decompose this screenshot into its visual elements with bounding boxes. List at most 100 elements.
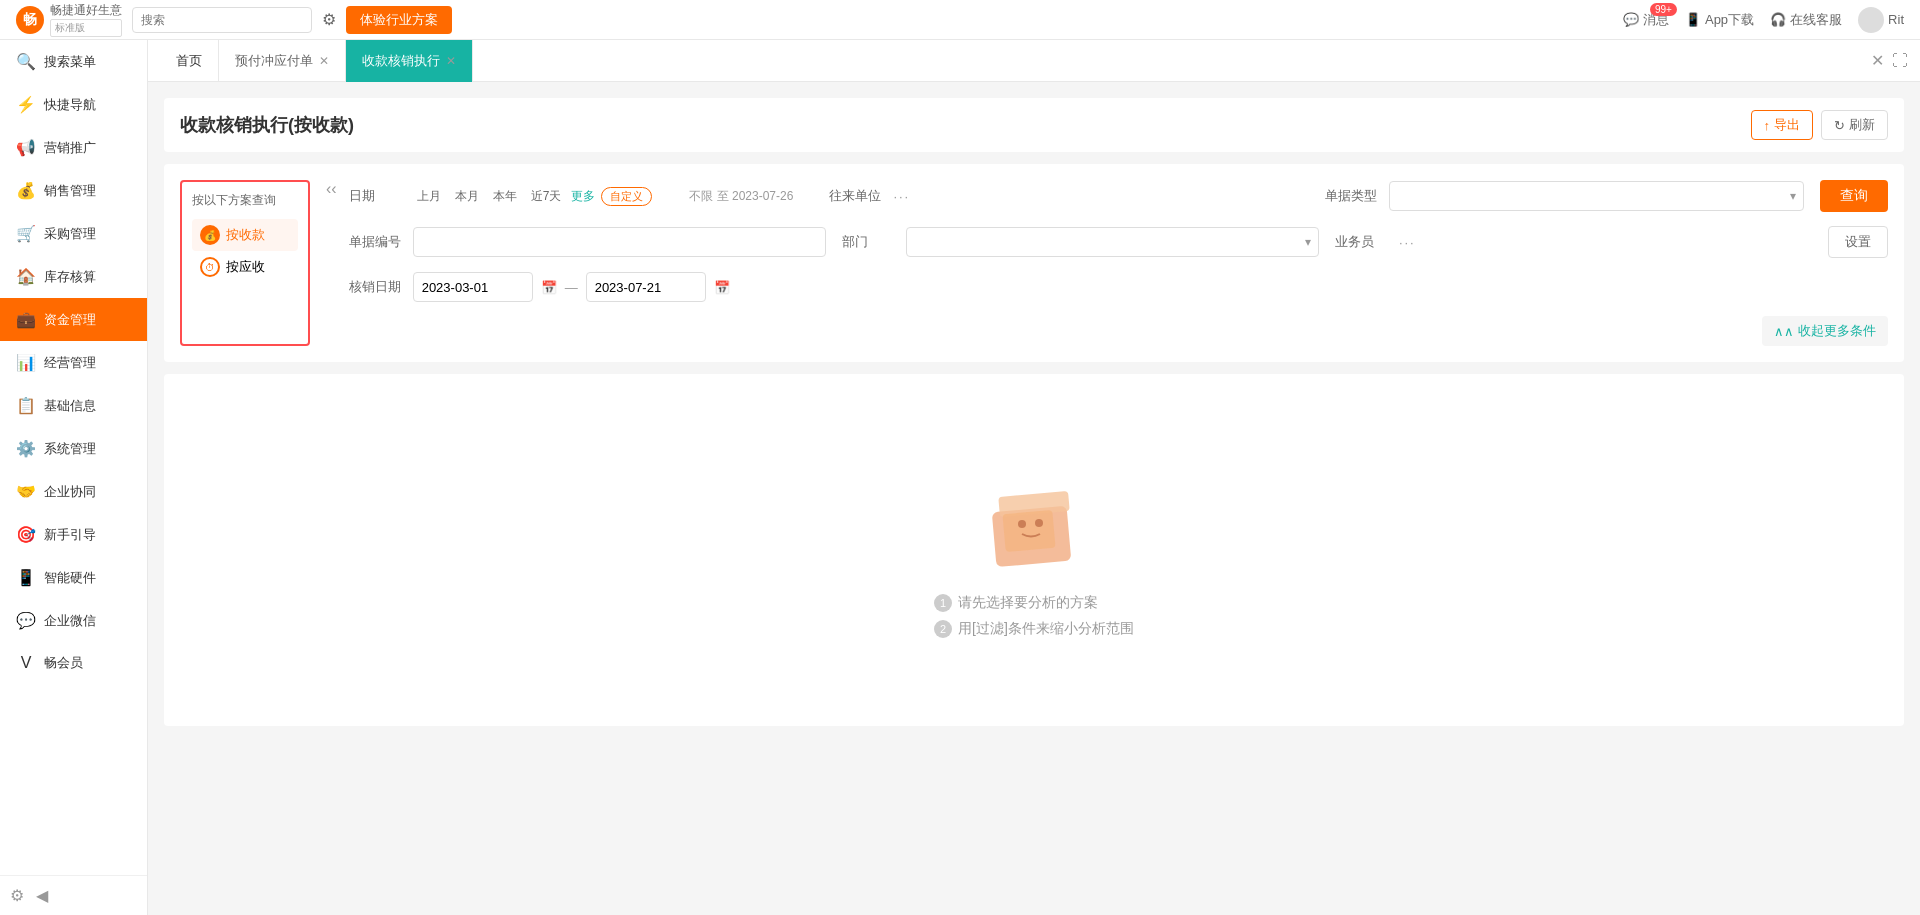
brand-name: 畅捷通好生意 xyxy=(50,2,122,19)
staff-field: 业务员 ··· xyxy=(1335,233,1812,251)
writeoff-end-date[interactable] xyxy=(586,272,706,302)
query-button[interactable]: 查询 xyxy=(1820,180,1888,212)
service-item[interactable]: 🎧 在线客服 xyxy=(1770,11,1842,29)
sidebar-item-guide[interactable]: 🎯 新手引导 xyxy=(0,513,147,556)
industry-button[interactable]: 体验行业方案 xyxy=(346,6,452,34)
sidebar-item-enterprise[interactable]: 🤝 企业协同 xyxy=(0,470,147,513)
prepay-tab-close[interactable]: ✕ xyxy=(319,54,329,68)
bill-type-select-wrapper: ▾ xyxy=(1389,181,1804,211)
prepay-tab-label: 预付冲应付单 xyxy=(235,52,313,70)
tab-home[interactable]: 首页 xyxy=(160,40,219,82)
filter-option-receivable[interactable]: ⏱ 按应收 xyxy=(192,251,298,283)
shortcut-this-month[interactable]: 本月 xyxy=(451,186,483,207)
shortcut-7days[interactable]: 近7天 xyxy=(527,186,566,207)
writeoff-date-range: 📅 — 📅 xyxy=(413,272,1888,302)
message-item[interactable]: 💬 消息 99+ xyxy=(1623,11,1669,29)
step1-number: 1 xyxy=(934,594,952,612)
tab-prepay[interactable]: 预付冲应付单 ✕ xyxy=(219,40,346,82)
home-tab-label: 首页 xyxy=(176,52,202,70)
close-tab-icon[interactable]: ✕ xyxy=(1871,51,1884,70)
shortcut-this-year[interactable]: 本年 xyxy=(489,186,521,207)
sidebar-icon-inventory: 🏠 xyxy=(16,267,36,286)
sidebar-item-member[interactable]: V 畅会员 xyxy=(0,642,147,684)
bill-no-input[interactable] xyxy=(413,227,826,257)
empty-state: 1 请先选择要分析的方案 2 用[过滤]条件来缩小分析范围 xyxy=(164,374,1904,726)
step1-text: 请先选择要分析的方案 xyxy=(958,594,1098,612)
filter-row-3: 核销日期 📅 — 📅 xyxy=(349,272,1888,302)
sidebar-item-hardware[interactable]: 📱 智能硬件 xyxy=(0,556,147,599)
sidebar-item-marketing[interactable]: 📢 营销推广 xyxy=(0,126,147,169)
sidebar-label-purchase: 采购管理 xyxy=(44,225,96,243)
service-label: 在线客服 xyxy=(1790,11,1842,29)
svg-point-3 xyxy=(1018,520,1026,528)
sidebar-item-sales[interactable]: 💰 销售管理 xyxy=(0,169,147,212)
counterpart-dots[interactable]: ··· xyxy=(893,189,910,204)
top-bar-right: 💬 消息 99+ 📱 App下载 🎧 在线客服 Rit xyxy=(1623,7,1904,33)
export-label: 导出 xyxy=(1774,116,1800,134)
bill-type-select[interactable] xyxy=(1389,181,1804,211)
sidebar-icon-wechat: 💬 xyxy=(16,611,36,630)
collapse-more-button[interactable]: ∧∧ 收起更多条件 xyxy=(1762,316,1888,346)
sidebar-label-search: 搜索菜单 xyxy=(44,53,96,71)
staff-dots[interactable]: ··· xyxy=(1399,235,1416,250)
sidebar-item-wechat[interactable]: 💬 企业微信 xyxy=(0,599,147,642)
collapse-more-label: 收起更多条件 xyxy=(1798,322,1876,340)
content-area: 首页 预付冲应付单 ✕ 收款核销执行 ✕ ✕ ⛶ 收款核销执行(按收款) xyxy=(148,40,1920,915)
service-icon: 🎧 xyxy=(1770,12,1786,27)
message-icon: 💬 xyxy=(1623,12,1639,27)
collapse-icon[interactable]: ◀ xyxy=(36,886,48,905)
shortcut-custom[interactable]: 自定义 xyxy=(601,187,652,206)
tab-receipt[interactable]: 收款核销执行 ✕ xyxy=(346,40,473,82)
settings-icon[interactable]: ⚙ xyxy=(10,886,24,905)
user-item[interactable]: Rit xyxy=(1858,7,1904,33)
collapse-row: ∧∧ 收起更多条件 xyxy=(349,316,1888,346)
writeoff-start-date[interactable] xyxy=(413,272,533,302)
sidebar-item-business[interactable]: 📊 经营管理 xyxy=(0,341,147,384)
sidebar-item-quick[interactable]: ⚡ 快捷导航 xyxy=(0,83,147,126)
filter-collapse-button[interactable]: ‹‹ xyxy=(326,180,337,346)
filter-sidebar: 按以下方案查询 💰 按收款 ⏱ 按应收 xyxy=(180,180,310,346)
bill-type-field: 单据类型 ▾ xyxy=(1325,181,1804,211)
sidebar-label-system: 系统管理 xyxy=(44,440,96,458)
sidebar-icon-guide: 🎯 xyxy=(16,525,36,544)
filter-option-receipt[interactable]: 💰 按收款 xyxy=(192,219,298,251)
collapse-more-icon: ∧∧ xyxy=(1774,324,1794,339)
sidebar-label-guide: 新手引导 xyxy=(44,526,96,544)
app-download-item[interactable]: 📱 App下载 xyxy=(1685,11,1754,29)
writeoff-start-calendar-icon[interactable]: 📅 xyxy=(541,280,557,295)
writeoff-end-calendar-icon[interactable]: 📅 xyxy=(714,280,730,295)
filter-panel: 按以下方案查询 💰 按收款 ⏱ 按应收 ‹‹ xyxy=(164,164,1904,362)
date-field: 日期 上月 本月 本年 近7天 更多 自定义 xyxy=(349,186,669,207)
sidebar-item-inventory[interactable]: 🏠 库存核算 xyxy=(0,255,147,298)
counterpart-field: 往来单位 ··· xyxy=(829,187,1308,205)
search-input[interactable] xyxy=(132,7,312,33)
sidebar-item-system[interactable]: ⚙️ 系统管理 xyxy=(0,427,147,470)
dept-label: 部门 xyxy=(842,233,898,251)
refresh-button[interactable]: ↻ 刷新 xyxy=(1821,110,1888,140)
export-button[interactable]: ↑ 导出 xyxy=(1751,110,1814,140)
setting-button[interactable]: 设置 xyxy=(1828,226,1888,258)
expand-tab-icon[interactable]: ⛶ xyxy=(1892,52,1908,70)
sidebar-label-sales: 销售管理 xyxy=(44,182,96,200)
sidebar-item-capital[interactable]: 💼 资金管理 xyxy=(0,298,147,341)
gear-icon[interactable]: ⚙ xyxy=(322,10,336,29)
tab-bar-actions: ✕ ⛶ xyxy=(1871,51,1908,70)
shortcut-more[interactable]: 更多 xyxy=(571,188,595,205)
receipt-option-label: 按收款 xyxy=(226,226,265,244)
export-icon: ↑ xyxy=(1764,118,1771,133)
date-shortcuts: 上月 本月 本年 近7天 更多 自定义 xyxy=(413,186,653,207)
sidebar-item-basic[interactable]: 📋 基础信息 xyxy=(0,384,147,427)
bill-no-field: 单据编号 xyxy=(349,227,826,257)
sidebar-item-purchase[interactable]: 🛒 采购管理 xyxy=(0,212,147,255)
receipt-tab-close[interactable]: ✕ xyxy=(446,54,456,68)
shortcut-last-month[interactable]: 上月 xyxy=(413,186,445,207)
sidebar-label-inventory: 库存核算 xyxy=(44,268,96,286)
sidebar-icon-hardware: 📱 xyxy=(16,568,36,587)
message-badge: 99+ xyxy=(1650,3,1677,16)
receivable-option-icon: ⏱ xyxy=(200,257,220,277)
dept-select[interactable] xyxy=(906,227,1319,257)
top-bar: 畅 畅捷通好生意 标准版 ⚙ 体验行业方案 💬 消息 99+ 📱 App下载 🎧… xyxy=(0,0,1920,40)
bill-no-label: 单据编号 xyxy=(349,233,405,251)
empty-step2: 2 用[过滤]条件来缩小分析范围 xyxy=(934,620,1134,638)
sidebar-item-search[interactable]: 🔍 搜索菜单 xyxy=(0,40,147,83)
